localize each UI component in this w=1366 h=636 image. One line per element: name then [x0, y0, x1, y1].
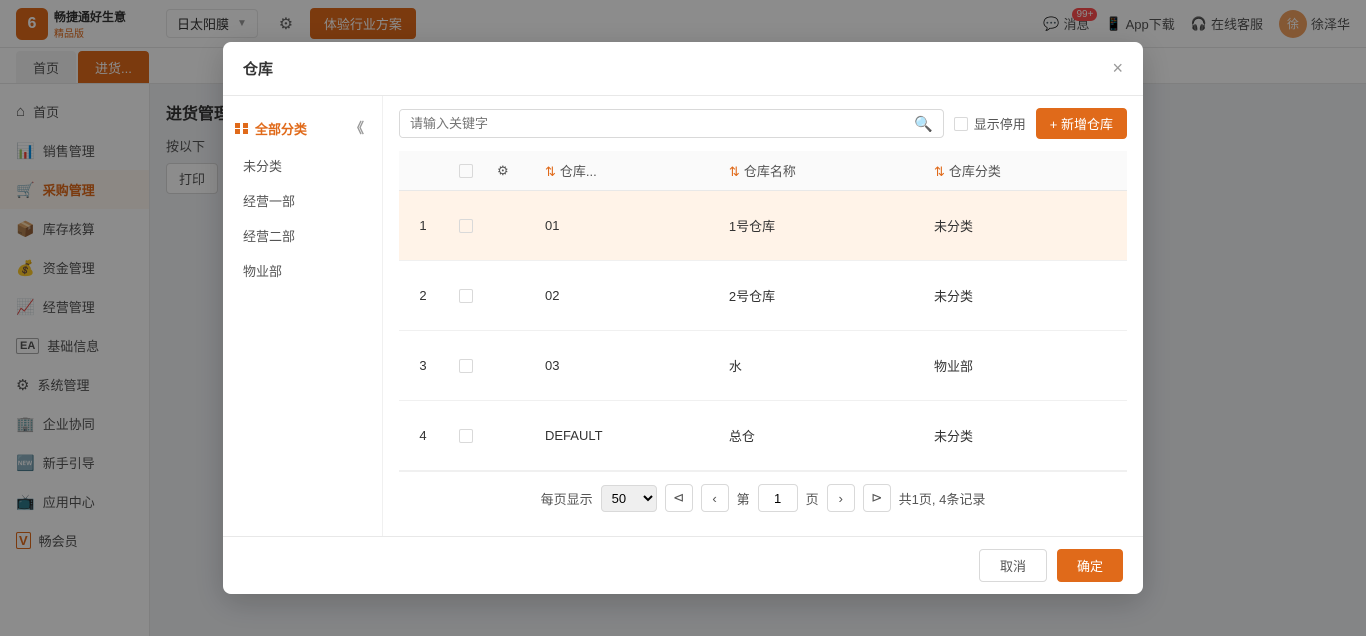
header-checkbox[interactable]	[459, 164, 473, 178]
cell-check[interactable]	[447, 261, 485, 331]
col-settings-icon: ⚙	[497, 163, 509, 178]
col-header-category: ⇅仓库分类	[922, 151, 1127, 191]
row-checkbox[interactable]	[459, 289, 473, 303]
cancel-button[interactable]: 取消	[979, 549, 1047, 582]
cell-num: 3	[399, 331, 447, 401]
category-item-ops2[interactable]: 经营二部	[223, 218, 382, 253]
cell-name: 2号仓库	[717, 261, 922, 331]
modal-title: 仓库	[243, 58, 273, 79]
cell-settings	[485, 401, 533, 471]
modal-close-button[interactable]: ×	[1112, 58, 1123, 79]
modal-header: 仓库 ×	[223, 42, 1143, 96]
table-row[interactable]: 4 DEFAULT 总仓 未分类	[399, 401, 1127, 471]
table-row[interactable]: 2 02 2号仓库 未分类	[399, 261, 1127, 331]
table-row[interactable]: 1 01 1号仓库 未分类	[399, 191, 1127, 261]
col-header-settings: ⚙	[485, 151, 533, 191]
cell-num: 1	[399, 191, 447, 261]
cell-num: 4	[399, 401, 447, 471]
search-box: 🔍	[399, 109, 944, 138]
category-item-property[interactable]: 物业部	[223, 253, 382, 288]
show-disabled-label[interactable]: 显示停用	[954, 114, 1026, 133]
cell-category: 未分类	[922, 261, 1127, 331]
cell-code: 01	[533, 191, 717, 261]
sort-icon-category: ⇅	[934, 164, 945, 179]
page-input[interactable]	[758, 484, 798, 512]
table-header: ⚙ ⇅仓库... ⇅仓库名称 ⇅仓库分类	[399, 151, 1127, 191]
col-header-code: ⇅仓库...	[533, 151, 717, 191]
warehouse-table: ⚙ ⇅仓库... ⇅仓库名称 ⇅仓库分类	[399, 151, 1127, 471]
row-checkbox[interactable]	[459, 219, 473, 233]
cell-code: 02	[533, 261, 717, 331]
page-label: 第	[737, 489, 750, 508]
table-toolbar: 🔍 显示停用 + 新增仓库	[399, 108, 1127, 139]
per-page-select[interactable]: 50 10 20 100	[601, 485, 657, 512]
all-categories-label[interactable]: 全部分类	[255, 119, 307, 138]
table-body: 1 01 1号仓库 未分类 2	[399, 191, 1127, 471]
cell-name: 水	[717, 331, 922, 401]
pagination-bar: 每页显示 50 10 20 100 ⊲ ‹ 第 页 › ⊳ 共1页, 4条记录	[399, 471, 1127, 524]
last-page-button[interactable]: ⊳	[863, 484, 891, 512]
cell-num: 2	[399, 261, 447, 331]
category-panel: 全部分类 《 未分类 经营一部 经营二部 物业部	[223, 96, 383, 536]
show-disabled-text: 显示停用	[974, 114, 1026, 133]
cell-settings	[485, 261, 533, 331]
category-item-unclassified[interactable]: 未分类	[223, 148, 382, 183]
prev-page-button[interactable]: ‹	[701, 484, 729, 512]
col-header-name: ⇅仓库名称	[717, 151, 922, 191]
cell-code: DEFAULT	[533, 401, 717, 471]
cell-code: 03	[533, 331, 717, 401]
search-input[interactable]	[400, 110, 904, 137]
cell-check[interactable]	[447, 401, 485, 471]
table-row[interactable]: 3 03 水 物业部	[399, 331, 1127, 401]
sort-icon-name: ⇅	[729, 164, 740, 179]
collapse-icon[interactable]: 《	[344, 116, 370, 140]
category-item-ops1[interactable]: 经营一部	[223, 183, 382, 218]
cell-category: 未分类	[922, 401, 1127, 471]
table-panel: 🔍 显示停用 + 新增仓库 ⚙	[383, 96, 1143, 536]
warehouse-modal: 仓库 × 全部分类 《 未分类 经营一部 经营二部 物业部	[223, 42, 1143, 594]
cell-check[interactable]	[447, 331, 485, 401]
cell-settings	[485, 331, 533, 401]
row-checkbox[interactable]	[459, 429, 473, 443]
modal-footer: 取消 确定	[223, 536, 1143, 594]
search-button[interactable]: 🔍	[904, 115, 943, 133]
modal-body: 全部分类 《 未分类 经营一部 经营二部 物业部 🔍 显示停用 + 新增仓库	[223, 96, 1143, 536]
sort-icon-code: ⇅	[545, 164, 556, 179]
row-checkbox[interactable]	[459, 359, 473, 373]
cell-name: 总仓	[717, 401, 922, 471]
category-header: 全部分类 《	[223, 108, 382, 148]
cell-check[interactable]	[447, 191, 485, 261]
cell-category: 物业部	[922, 331, 1127, 401]
first-page-button[interactable]: ⊲	[665, 484, 693, 512]
show-disabled-checkbox[interactable]	[954, 117, 968, 131]
total-info: 共1页, 4条记录	[899, 489, 986, 508]
next-page-button[interactable]: ›	[827, 484, 855, 512]
per-page-label: 每页显示	[541, 489, 593, 508]
cell-settings	[485, 191, 533, 261]
page-suffix: 页	[806, 489, 819, 508]
col-header-num	[399, 151, 447, 191]
grid-icon	[235, 123, 249, 134]
cell-category: 未分类	[922, 191, 1127, 261]
cell-name: 1号仓库	[717, 191, 922, 261]
add-warehouse-button[interactable]: + 新增仓库	[1036, 108, 1127, 139]
col-header-check	[447, 151, 485, 191]
confirm-button[interactable]: 确定	[1057, 549, 1123, 582]
